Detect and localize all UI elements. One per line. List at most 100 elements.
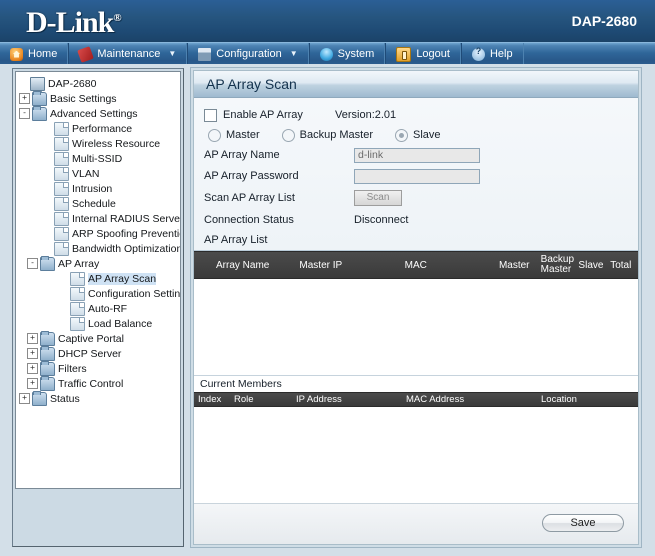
document-icon bbox=[70, 316, 85, 331]
document-icon bbox=[70, 301, 85, 316]
radio-backup-master[interactable] bbox=[281, 128, 295, 142]
sidebar-item-vlan[interactable]: VLAN bbox=[19, 166, 180, 181]
sidebar-item-bandwidth-optimization[interactable]: Bandwidth Optimization bbox=[19, 241, 180, 256]
sidebar-item-performance[interactable]: Performance bbox=[19, 121, 180, 136]
sidebar-item-label: Intrusion bbox=[72, 182, 113, 195]
content-inner: AP Array Scan Enable AP Array Version:2.… bbox=[193, 70, 639, 545]
help-icon bbox=[471, 46, 485, 61]
connection-status-value: Disconnect bbox=[354, 213, 409, 226]
ap-array-list-caption-row: AP Array List bbox=[194, 230, 638, 250]
sidebar-item-ap-array[interactable]: - AP Array bbox=[19, 255, 180, 271]
th-total: Total bbox=[610, 259, 632, 271]
sidebar-item-configuration-settings[interactable]: Configuration Settings bbox=[19, 286, 180, 301]
document-icon bbox=[54, 241, 69, 256]
th-master: Master bbox=[498, 259, 530, 271]
sidebar-item-captive-portal[interactable]: + Captive Portal bbox=[19, 330, 180, 346]
sidebar-item-label: Internal RADIUS Server bbox=[72, 212, 181, 225]
brand-bar: D-Link® DAP-2680 bbox=[0, 0, 655, 43]
save-button[interactable]: Save bbox=[542, 514, 624, 532]
nav-item-help[interactable]: Help bbox=[460, 43, 524, 65]
page-title: AP Array Scan bbox=[194, 71, 638, 98]
enable-ap-array-row: Enable AP Array Version:2.01 bbox=[194, 105, 638, 125]
collapse-icon[interactable]: - bbox=[19, 108, 30, 119]
current-members-table-header: Index Role IP Address MAC Address Locati… bbox=[194, 392, 638, 407]
sidebar-item-dap-2680[interactable]: DAP-2680 bbox=[19, 76, 180, 93]
nav-item-maintenance[interactable]: Maintenance ▼ bbox=[68, 43, 188, 65]
logout-icon bbox=[396, 46, 412, 62]
enable-ap-array-checkbox[interactable] bbox=[204, 108, 217, 122]
scan-button[interactable]: Scan bbox=[354, 190, 402, 206]
folder-icon bbox=[40, 330, 55, 346]
sidebar-item-label: Performance bbox=[72, 122, 133, 135]
th-mac-address: MAC Address bbox=[406, 394, 465, 405]
connection-status-row: Connection Status Disconnect bbox=[194, 209, 638, 230]
sidebar-item-filters[interactable]: + Filters bbox=[19, 360, 180, 376]
sidebar-item-wireless-resource[interactable]: Wireless Resource bbox=[19, 136, 180, 151]
document-icon bbox=[54, 181, 69, 196]
sidebar-item-label: Traffic Control bbox=[58, 377, 124, 390]
radio-slave[interactable] bbox=[395, 128, 408, 142]
nav-label-home: Home bbox=[28, 48, 58, 60]
ap-array-password-row: AP Array Password bbox=[194, 165, 638, 187]
expand-icon[interactable]: + bbox=[27, 348, 38, 359]
sidebar-item-status[interactable]: + Status bbox=[19, 390, 180, 406]
sidebar-item-dhcp-server[interactable]: + DHCP Server bbox=[19, 345, 180, 361]
sidebar-item-label: Configuration Settings bbox=[88, 287, 181, 300]
logo-text: D-Link bbox=[26, 6, 114, 39]
nav-item-system[interactable]: System bbox=[308, 43, 386, 65]
sidebar-item-label: Multi-SSID bbox=[72, 152, 123, 165]
th-mac: MAC bbox=[404, 259, 427, 271]
sidebar-item-intrusion[interactable]: Intrusion bbox=[19, 181, 180, 196]
expand-icon[interactable]: + bbox=[19, 93, 30, 104]
sidebar-item-arp-spoofing-prevention[interactable]: ARP Spoofing Prevention bbox=[19, 226, 180, 241]
nav-label-logout: Logout bbox=[416, 48, 450, 60]
page-body: DAP-2680 + Basic Settings - Advanced Setting… bbox=[0, 64, 655, 556]
nav-item-logout[interactable]: Logout bbox=[385, 43, 461, 65]
device-model-label: DAP-2680 bbox=[571, 13, 637, 29]
version-label: Version:2.01 bbox=[335, 109, 397, 121]
nav-item-configuration[interactable]: Configuration ▼ bbox=[187, 43, 309, 65]
sidebar-item-advanced-settings[interactable]: - Advanced Settings bbox=[19, 105, 180, 121]
expand-icon[interactable]: + bbox=[19, 393, 30, 404]
footer-action-bar: Save bbox=[194, 503, 638, 544]
chevron-down-icon[interactable]: ▼ bbox=[168, 50, 176, 58]
device-icon bbox=[30, 76, 45, 93]
sidebar-item-ap-array-scan[interactable]: AP Array Scan bbox=[19, 271, 180, 286]
expand-icon[interactable]: + bbox=[27, 333, 38, 344]
sidebar-item-auto-rf[interactable]: Auto-RF bbox=[19, 301, 180, 316]
nav-label-maintenance: Maintenance bbox=[97, 48, 161, 60]
collapse-icon[interactable]: - bbox=[27, 258, 38, 269]
sidebar-item-basic-settings[interactable]: + Basic Settings bbox=[19, 90, 180, 106]
expand-icon[interactable]: + bbox=[27, 363, 38, 374]
document-icon bbox=[54, 211, 69, 226]
sidebar-item-internal-radius-server[interactable]: Internal RADIUS Server bbox=[19, 211, 180, 226]
nav-item-home[interactable]: Home bbox=[0, 43, 69, 65]
sidebar: DAP-2680 + Basic Settings - Advanced Setting… bbox=[12, 68, 184, 547]
current-members-label: Current Members bbox=[194, 375, 638, 392]
registered-mark-icon: ® bbox=[113, 12, 121, 24]
ap-array-name-input[interactable] bbox=[354, 147, 480, 163]
ap-array-password-input[interactable] bbox=[354, 168, 480, 184]
ap-array-list-table-header: Array Name Master IP MAC Master Backup M… bbox=[194, 251, 638, 279]
ap-array-form: Enable AP Array Version:2.01 Master Back… bbox=[194, 98, 638, 251]
radio-label-slave: Slave bbox=[413, 129, 441, 141]
navigation-tree[interactable]: DAP-2680 + Basic Settings - Advanced Setting… bbox=[15, 71, 181, 489]
sidebar-item-schedule[interactable]: Schedule bbox=[19, 196, 180, 211]
th-backup-master: Backup Master bbox=[540, 254, 575, 275]
sidebar-item-multi-ssid[interactable]: Multi-SSID bbox=[19, 151, 180, 166]
sidebar-item-label: Filters bbox=[58, 362, 87, 375]
sidebar-item-label: Schedule bbox=[72, 197, 116, 210]
sidebar-item-traffic-control[interactable]: + Traffic Control bbox=[19, 375, 180, 391]
folder-icon bbox=[32, 90, 47, 106]
sidebar-item-label: Advanced Settings bbox=[50, 107, 138, 120]
radio-master[interactable] bbox=[208, 128, 221, 142]
sidebar-item-load-balance[interactable]: Load Balance bbox=[19, 316, 180, 331]
expand-icon[interactable]: + bbox=[27, 378, 38, 389]
radio-label-backup-master: Backup Master bbox=[299, 129, 373, 141]
chevron-down-icon[interactable]: ▼ bbox=[290, 50, 298, 58]
